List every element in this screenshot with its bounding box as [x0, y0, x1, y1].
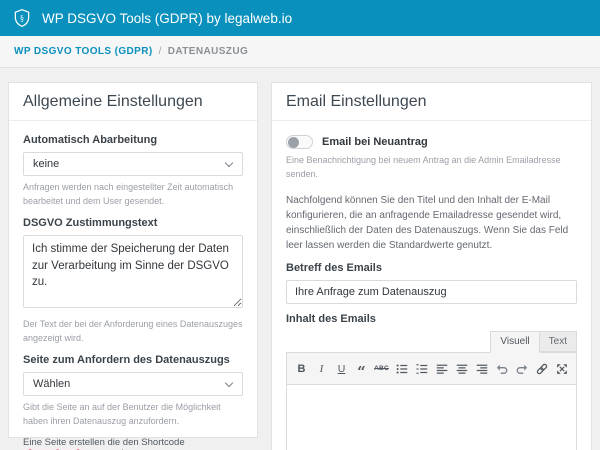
- breadcrumb-root-link[interactable]: WP DSGVO TOOLS (GDPR): [14, 46, 153, 57]
- consent-text-area[interactable]: Ich stimme der Speicherung der Daten zur…: [23, 235, 243, 308]
- editor-toolbar: B I U “ ABC: [286, 352, 577, 385]
- general-settings-header: Allgemeine Einstellungen: [9, 83, 257, 121]
- tab-visual[interactable]: Visuell: [490, 331, 540, 353]
- undo-icon[interactable]: [492, 360, 511, 378]
- request-page-help: Gibt die Seite an auf der Benutzer die M…: [23, 402, 221, 426]
- shield-paragraph-icon: §: [12, 8, 32, 28]
- redo-icon[interactable]: [512, 360, 531, 378]
- email-content-label: Inhalt des Emails: [286, 313, 376, 325]
- request-page-select[interactable]: Wählen: [23, 372, 243, 396]
- request-page-label: Seite zum Anfordern des Datenauszugs: [23, 354, 230, 366]
- email-settings-panel: Email Einstellungen Email bei Neuantrag …: [271, 82, 592, 450]
- general-settings-panel: Allgemeine Einstellungen Automatisch Aba…: [8, 82, 258, 450]
- chevron-down-icon: [224, 158, 234, 168]
- email-intro-text: Nachfolgend können Sie den Titel und den…: [286, 195, 569, 251]
- auto-processing-help: Anfragen werden nach eingestellter Zeit …: [23, 182, 234, 206]
- editor-tabs: Visuell Text: [286, 331, 577, 353]
- breadcrumb-separator: /: [158, 46, 162, 57]
- app-header: § WP DSGVO Tools (GDPR) by legalweb.io: [0, 0, 600, 36]
- consent-text-label: DSGVO Zustimmungstext: [23, 217, 158, 229]
- link-icon[interactable]: [532, 360, 551, 378]
- email-notify-help: Eine Benachrichtigung bei neuem Antrag a…: [286, 155, 561, 179]
- consent-text-help: Der Text der bei der Anforderung eines D…: [23, 319, 243, 343]
- bullet-list-icon[interactable]: [392, 360, 411, 378]
- email-notify-toggle-row: Email bei Neuantrag: [286, 135, 577, 149]
- svg-text:§: §: [20, 14, 24, 23]
- email-notify-label: Email bei Neuantrag: [322, 136, 428, 148]
- breadcrumb: WP DSGVO TOOLS (GDPR) / DATENAUSZUG: [0, 36, 600, 68]
- underline-icon[interactable]: U: [332, 360, 351, 378]
- align-right-icon[interactable]: [472, 360, 491, 378]
- email-notify-toggle[interactable]: [286, 135, 313, 149]
- shortcode-hint: Eine Seite erstellen die den Shortcode […: [23, 437, 243, 450]
- strikethrough-icon[interactable]: ABC: [372, 360, 391, 378]
- general-settings-body: Automatisch Abarbeitung keine Anfragen w…: [9, 121, 257, 450]
- italic-icon[interactable]: I: [312, 360, 331, 378]
- toggle-knob: [288, 136, 299, 148]
- email-settings-title: Email Einstellungen: [286, 93, 427, 110]
- email-subject-label: Betreff des Emails: [286, 262, 382, 274]
- blockquote-icon[interactable]: “: [352, 363, 371, 381]
- align-left-icon[interactable]: [432, 360, 451, 378]
- app-title: WP DSGVO Tools (GDPR) by legalweb.io: [42, 10, 293, 26]
- general-settings-title: Allgemeine Einstellungen: [23, 93, 203, 110]
- chevron-down-icon: [224, 378, 234, 388]
- shortcode-hint-before: Eine Seite erstellen die den Shortcode: [23, 437, 185, 448]
- bold-icon[interactable]: B: [292, 360, 311, 378]
- breadcrumb-current: DATENAUSZUG: [167, 46, 249, 57]
- tab-text[interactable]: Text: [539, 331, 577, 352]
- email-content-editor[interactable]: [286, 385, 577, 450]
- request-page-selected-value: Wählen: [33, 378, 71, 390]
- fullscreen-icon[interactable]: [552, 360, 571, 378]
- email-subject-input[interactable]: [286, 280, 577, 304]
- auto-processing-selected-value: keine: [33, 158, 60, 170]
- email-settings-body: Email bei Neuantrag Eine Benachrichtigun…: [272, 121, 591, 450]
- align-center-icon[interactable]: [452, 360, 471, 378]
- auto-processing-label: Automatisch Abarbeitung: [23, 134, 158, 146]
- auto-processing-select[interactable]: keine: [23, 152, 243, 176]
- email-settings-header: Email Einstellungen: [272, 83, 591, 121]
- settings-page: Allgemeine Einstellungen Automatisch Aba…: [0, 68, 600, 450]
- numbered-list-icon[interactable]: [412, 360, 431, 378]
